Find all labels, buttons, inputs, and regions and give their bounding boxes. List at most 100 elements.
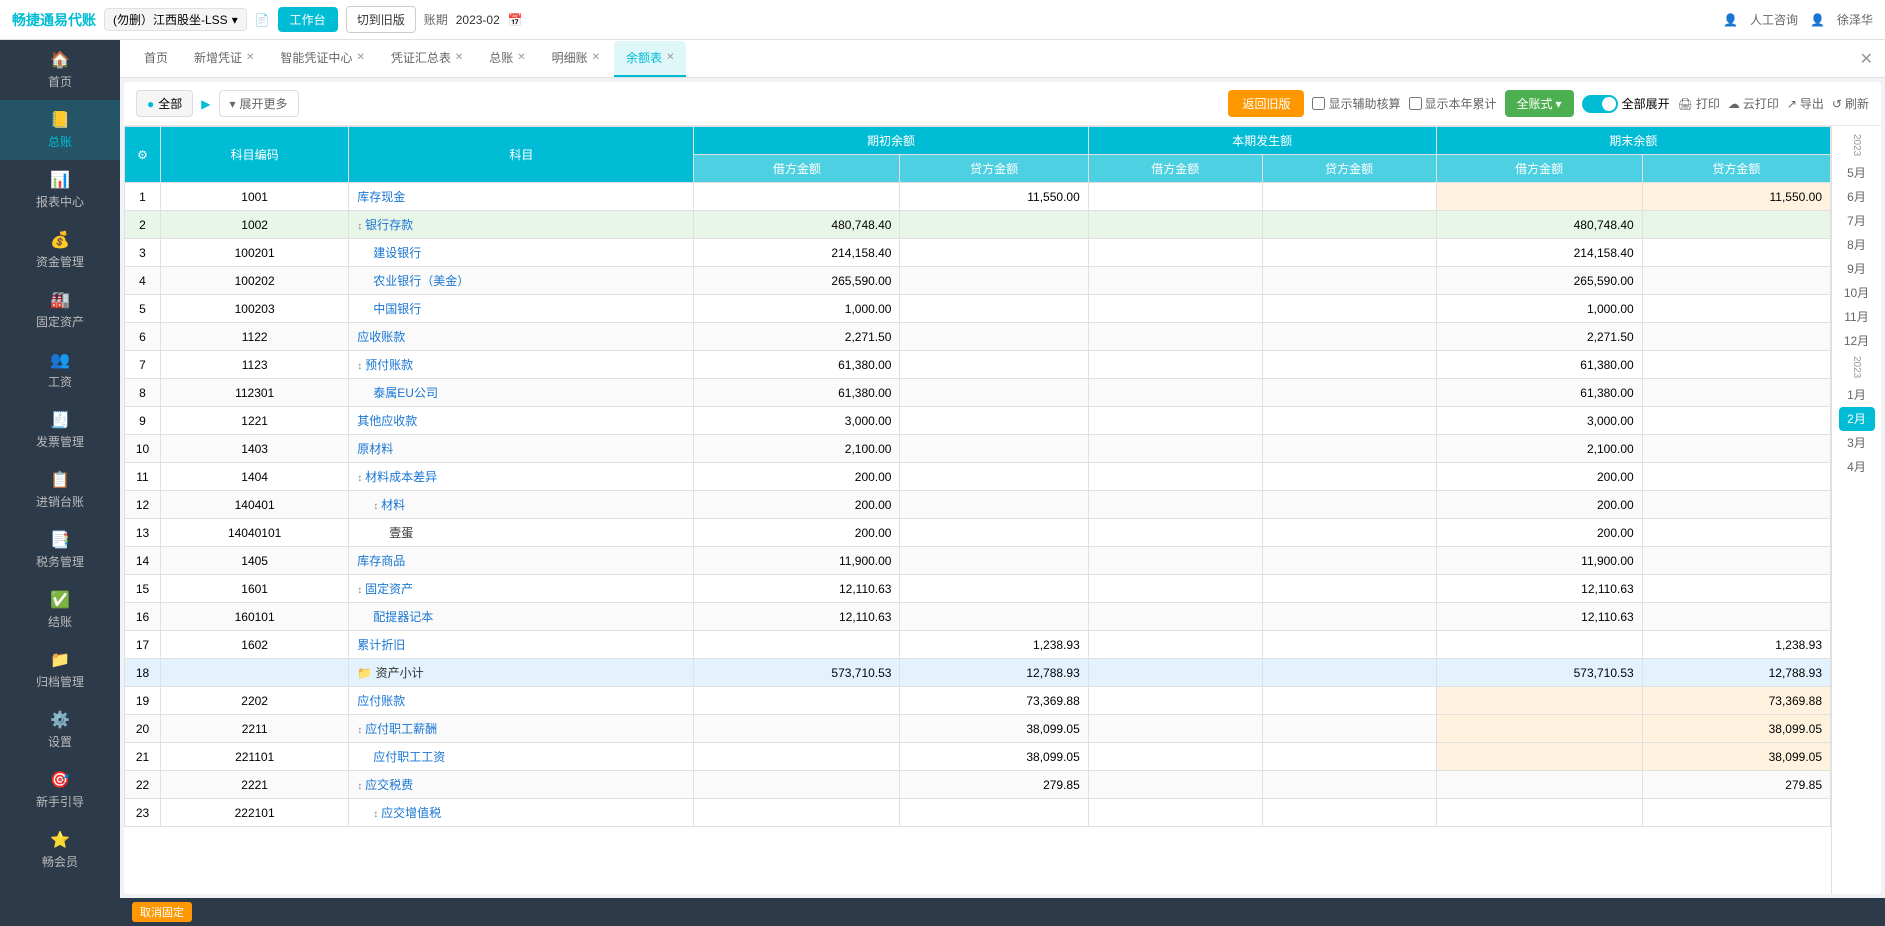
table-row: 71123↕ 预付账款61,380.0061,380.00 xyxy=(125,351,1831,379)
account-name[interactable]: 配提器记本 xyxy=(349,603,694,631)
tab-voucher-summary-close[interactable]: ✕ xyxy=(455,52,463,63)
unpin-button[interactable]: 取消固定 xyxy=(132,902,192,922)
sidebar-item-closing[interactable]: ✅ 结账 xyxy=(0,580,120,640)
tab-smart-voucher[interactable]: 智能凭证中心 ✕ xyxy=(268,41,376,77)
close-all-icon[interactable]: ✕ xyxy=(1860,49,1873,69)
account-name[interactable]: 泰属EU公司 xyxy=(349,379,694,407)
account-name-header: 科目 xyxy=(349,127,694,183)
account-name[interactable]: 累计折旧 xyxy=(349,631,694,659)
balance-table: ⚙ 科目编码 科目 期初余额 本期发生额 期末余额 借方金额 贷方金额 xyxy=(124,126,1831,827)
account-name[interactable]: 📁 资产小计 xyxy=(349,659,694,687)
account-name[interactable]: 壹蛋 xyxy=(349,519,694,547)
sidebar-item-archive[interactable]: 📁 归档管理 xyxy=(0,640,120,700)
file-icon[interactable]: 📄 xyxy=(255,13,270,27)
account-name[interactable]: 其他应收款 xyxy=(349,407,694,435)
show-year-checkbox[interactable]: 显示本年累计 xyxy=(1409,95,1497,112)
period-month-3[interactable]: 3月 xyxy=(1839,431,1875,455)
tab-general-ledger-close[interactable]: ✕ xyxy=(517,52,525,63)
cloud-print-button[interactable]: ☁ 云打印 xyxy=(1728,95,1779,112)
sidebar-item-payroll[interactable]: 👥 工资 xyxy=(0,340,120,400)
year-checkbox-input[interactable] xyxy=(1409,97,1422,110)
period-month-7[interactable]: 7月 xyxy=(1839,208,1875,232)
scope-button[interactable]: ● 全部 xyxy=(136,90,193,117)
tab-general-ledger[interactable]: 总账 ✕ xyxy=(477,41,537,77)
tab-new-voucher-close[interactable]: ✕ xyxy=(246,52,254,63)
account-name[interactable]: 库存现金 xyxy=(349,183,694,211)
account-name[interactable]: ↕ 应交增值税 xyxy=(349,799,694,827)
refresh-button[interactable]: ↺ 刷新 xyxy=(1832,95,1869,112)
company-selector[interactable]: (勿删）江西股坐-LSS ▾ xyxy=(104,8,247,31)
sidebar-item-home[interactable]: 🏠 首页 xyxy=(0,40,120,100)
sidebar-item-guide[interactable]: 🎯 新手引导 xyxy=(0,760,120,820)
settings-cell[interactable]: ⚙ xyxy=(125,127,161,183)
funds-icon: 💰 xyxy=(50,230,70,250)
row-num: 23 xyxy=(125,799,161,827)
account-name[interactable]: ↕ 材料 xyxy=(349,491,694,519)
sidebar-item-ledger[interactable]: 📒 总账 xyxy=(0,100,120,160)
expand-all-toggle[interactable]: 全部展开 xyxy=(1582,95,1670,113)
sidebar-item-sales[interactable]: 📋 进销台账 xyxy=(0,460,120,520)
sidebar-item-reports[interactable]: 📊 报表中心 xyxy=(0,160,120,220)
account-name[interactable]: ↕ 应交税费 xyxy=(349,771,694,799)
scope-arrow-icon[interactable]: ▶ xyxy=(201,97,210,111)
period-month-11[interactable]: 11月 xyxy=(1839,304,1875,328)
toggle-switch[interactable] xyxy=(1582,95,1618,113)
account-name[interactable]: 中国银行 xyxy=(349,295,694,323)
period-month-12[interactable]: 12月 xyxy=(1839,328,1875,352)
tab-balance[interactable]: 余额表 ✕ xyxy=(614,41,686,77)
period-month-6[interactable]: 6月 xyxy=(1839,184,1875,208)
sidebar-item-tax[interactable]: 📑 税务管理 xyxy=(0,520,120,580)
workspace-button[interactable]: 工作台 xyxy=(278,7,338,32)
closing-debit-header: 借方金额 xyxy=(1436,155,1642,183)
table-row: 141405库存商品11,900.0011,900.00 xyxy=(125,547,1831,575)
tab-home[interactable]: 首页 xyxy=(132,41,180,77)
account-name[interactable]: 原材料 xyxy=(349,435,694,463)
account-name[interactable]: 建设银行 xyxy=(349,239,694,267)
calendar-icon[interactable]: 📅 xyxy=(508,13,523,27)
period-month-9[interactable]: 9月 xyxy=(1839,256,1875,280)
account-name[interactable]: 应收账款 xyxy=(349,323,694,351)
print-button[interactable]: 🖨 打印 xyxy=(1678,95,1720,112)
period-month-10[interactable]: 10月 xyxy=(1839,280,1875,304)
tab-voucher-summary[interactable]: 凭证汇总表 ✕ xyxy=(379,41,475,77)
period-month-4[interactable]: 4月 xyxy=(1839,455,1875,479)
sidebar-item-funds[interactable]: 💰 资金管理 xyxy=(0,220,120,280)
show-aux-checkbox[interactable]: 显示辅助核算 xyxy=(1312,95,1400,112)
tab-smart-voucher-close[interactable]: ✕ xyxy=(356,52,364,63)
curDebit-cell xyxy=(1088,659,1262,687)
curCredit-cell xyxy=(1262,211,1436,239)
table-row: 16160101配提器记本12,110.6312,110.63 xyxy=(125,603,1831,631)
consultant-label[interactable]: 人工咨询 xyxy=(1750,11,1798,28)
account-name[interactable]: 应付账款 xyxy=(349,687,694,715)
account-name[interactable]: ↕ 材料成本差异 xyxy=(349,463,694,491)
tab-balance-close[interactable]: ✕ xyxy=(666,52,674,63)
sidebar-item-invoice[interactable]: 🧾 发票管理 xyxy=(0,400,120,460)
row-num: 8 xyxy=(125,379,161,407)
sidebar-item-member[interactable]: ⭐ 畅会员 xyxy=(0,820,120,880)
account-name[interactable]: ↕ 固定资产 xyxy=(349,575,694,603)
period-month-1[interactable]: 1月 xyxy=(1839,383,1875,407)
account-name[interactable]: 应付职工工资 xyxy=(349,743,694,771)
sidebar-item-settings[interactable]: ⚙️ 设置 xyxy=(0,700,120,760)
tab-detail-ledger[interactable]: 明细账 ✕ xyxy=(540,41,612,77)
account-name[interactable]: ↕ 应付职工薪酬 xyxy=(349,715,694,743)
tab-detail-ledger-close[interactable]: ✕ xyxy=(592,52,600,63)
account-name[interactable]: ↕ 预付账款 xyxy=(349,351,694,379)
period-month-2[interactable]: 2月 xyxy=(1839,407,1875,431)
account-name[interactable]: 库存商品 xyxy=(349,547,694,575)
period-month-8[interactable]: 8月 xyxy=(1839,232,1875,256)
sidebar-item-assets[interactable]: 🏭 固定资产 xyxy=(0,280,120,340)
aux-checkbox-input[interactable] xyxy=(1312,97,1325,110)
table-row: 18📁 资产小计573,710.5312,788.93573,710.5312,… xyxy=(125,659,1831,687)
expand-button[interactable]: ▾ 展开更多 xyxy=(219,90,299,117)
format-button[interactable]: 全账式 ▾ xyxy=(1505,90,1574,117)
switch-version-button[interactable]: 切到旧版 xyxy=(346,6,416,33)
account-name[interactable]: ↕ 银行存款 xyxy=(349,211,694,239)
return-button[interactable]: 返回旧版 xyxy=(1228,90,1304,117)
export-button[interactable]: ↗ 导出 xyxy=(1787,95,1824,112)
period-month-5[interactable]: 5月 xyxy=(1839,160,1875,184)
top-bar-left: 畅捷通易代账 (勿删）江西股坐-LSS ▾ 📄 工作台 切到旧版 账期 2023… xyxy=(12,6,523,33)
tab-new-voucher[interactable]: 新增凭证 ✕ xyxy=(182,41,266,77)
account-name[interactable]: 农业银行（美金） xyxy=(349,267,694,295)
account-code: 221101 xyxy=(161,743,349,771)
